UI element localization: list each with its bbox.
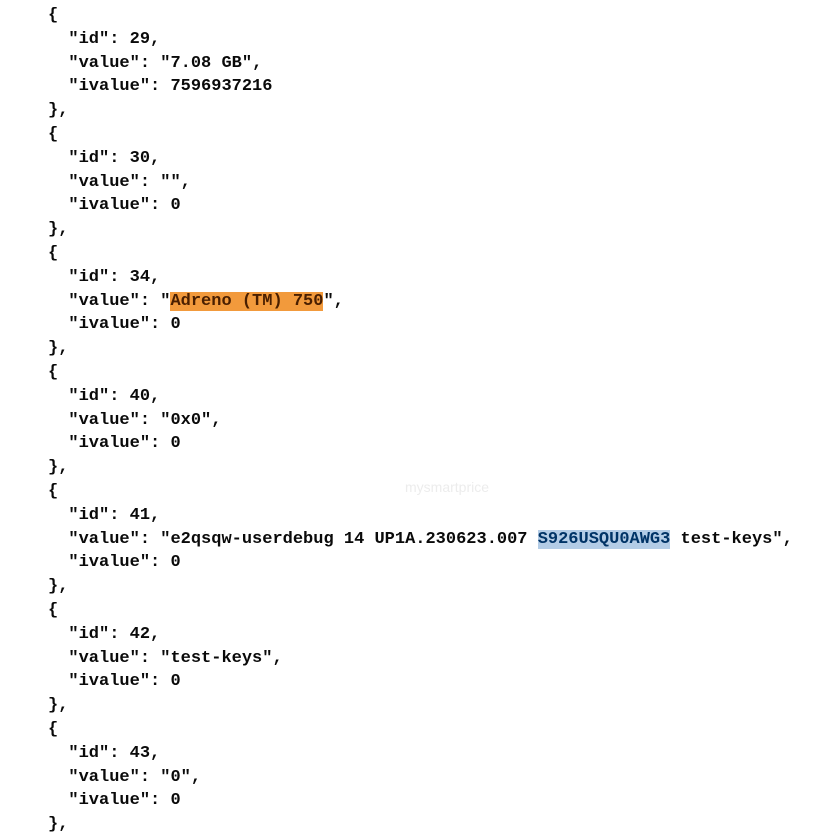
- key-ivalue: "ivalue":: [68, 791, 170, 810]
- entry-1-ivalue: 0: [170, 196, 180, 215]
- comma: ,: [252, 54, 262, 73]
- entry-0-value: 7.08 GB: [170, 54, 241, 73]
- key-id: "id":: [68, 149, 129, 168]
- entry-1-id: 30: [130, 149, 150, 168]
- comma: ,: [783, 530, 793, 549]
- key-id: "id":: [68, 387, 129, 406]
- json-code-viewer: { "id": 29, "value": "7.08 GB", "ivalue"…: [0, 0, 835, 837]
- key-value: "value":: [68, 54, 160, 73]
- entry-3-value: 0x0: [170, 411, 201, 430]
- entry-3-ivalue: 0: [170, 434, 180, 453]
- brace-open: {: [48, 363, 58, 382]
- entry-6-id: 43: [130, 744, 150, 763]
- entry-4-value-prefix: e2qsqw-userdebug 14 UP1A.230623.007: [170, 530, 537, 549]
- entry-4-id: 41: [130, 506, 150, 525]
- key-ivalue: "ivalue":: [68, 553, 170, 572]
- entry-0-ivalue: 7596937216: [170, 77, 272, 96]
- brace-close: },: [48, 101, 68, 120]
- key-ivalue: "ivalue":: [68, 77, 170, 96]
- brace-open: {: [48, 720, 58, 739]
- entry-5-id: 42: [130, 625, 150, 644]
- comma: ,: [150, 149, 160, 168]
- build-id-highlight: S926USQU0AWG3: [538, 530, 671, 549]
- entry-2-ivalue: 0: [170, 315, 180, 334]
- key-id: "id":: [68, 625, 129, 644]
- entry-2-id: 34: [130, 268, 150, 287]
- entry-4-value-suffix: test-keys: [670, 530, 772, 549]
- comma: ,: [150, 30, 160, 49]
- entry-5-ivalue: 0: [170, 672, 180, 691]
- brace-close: },: [48, 815, 68, 834]
- brace-open: {: [48, 482, 58, 501]
- brace-close: },: [48, 220, 68, 239]
- comma: ,: [150, 506, 160, 525]
- brace-close: },: [48, 339, 68, 358]
- brace-open: {: [48, 125, 58, 144]
- entry-6-ivalue: 0: [170, 791, 180, 810]
- comma: ,: [150, 625, 160, 644]
- entry-5-value: test-keys: [170, 649, 262, 668]
- comma: ,: [150, 744, 160, 763]
- entry-3-id: 40: [130, 387, 150, 406]
- brace-open: {: [48, 6, 58, 25]
- comma: ,: [181, 173, 191, 192]
- brace-close: },: [48, 458, 68, 477]
- brace-open: {: [48, 601, 58, 620]
- key-value: "value":: [68, 411, 160, 430]
- key-ivalue: "ivalue":: [68, 672, 170, 691]
- key-value: "value":: [68, 649, 160, 668]
- comma: ,: [211, 411, 221, 430]
- entry-6-value: 0: [170, 768, 180, 787]
- key-ivalue: "ivalue":: [68, 315, 170, 334]
- brace-close: },: [48, 577, 68, 596]
- key-value: "value":: [68, 173, 160, 192]
- key-value: "value":: [68, 530, 160, 549]
- key-ivalue: "ivalue":: [68, 434, 170, 453]
- brace-open: {: [48, 244, 58, 263]
- comma: ,: [191, 768, 201, 787]
- key-id: "id":: [68, 506, 129, 525]
- gpu-name-highlight: Adreno (TM) 750: [170, 292, 323, 311]
- key-value: "value":: [68, 292, 160, 311]
- key-id: "id":: [68, 268, 129, 287]
- key-value: "value":: [68, 768, 160, 787]
- comma: ,: [272, 649, 282, 668]
- code-block: { "id": 29, "value": "7.08 GB", "ivalue"…: [0, 0, 835, 837]
- key-ivalue: "ivalue":: [68, 196, 170, 215]
- entry-4-ivalue: 0: [170, 553, 180, 572]
- entry-0-id: 29: [130, 30, 150, 49]
- comma: ,: [150, 387, 160, 406]
- key-id: "id":: [68, 744, 129, 763]
- key-id: "id":: [68, 30, 129, 49]
- brace-close: },: [48, 696, 68, 715]
- comma: ,: [334, 292, 344, 311]
- comma: ,: [150, 268, 160, 287]
